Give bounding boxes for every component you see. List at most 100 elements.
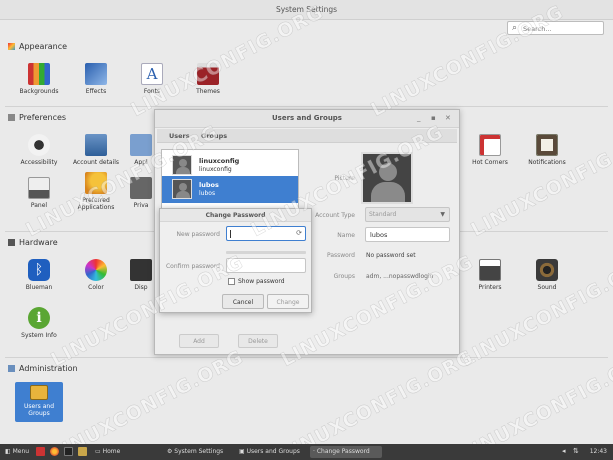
notifications-icon	[536, 134, 558, 156]
item-sound[interactable]: Sound	[523, 259, 571, 291]
folder-icon: ▭	[95, 448, 103, 455]
taskbar-item-label: Users and Groups	[246, 448, 300, 455]
hot-corners-icon	[479, 134, 501, 156]
bluetooth-icon: ᛒ	[28, 259, 50, 281]
appearance-icon	[8, 43, 15, 50]
files-icon[interactable]	[78, 447, 87, 456]
cancel-button[interactable]: Cancel	[222, 294, 264, 309]
item-panel[interactable]: Panel	[15, 177, 63, 209]
close-icon[interactable]: ✕	[445, 114, 451, 122]
item-system-info[interactable]: i System Info	[15, 307, 63, 339]
hardware-icon	[8, 239, 15, 246]
tab-groups[interactable]: Groups	[201, 132, 227, 140]
item-effects[interactable]: Effects	[72, 63, 120, 95]
new-password-field[interactable]: ⟳	[226, 226, 306, 241]
item-privacy[interactable]: Priva	[128, 177, 154, 209]
item-printers[interactable]: Printers	[466, 259, 514, 291]
volume-icon[interactable]: ◂	[562, 447, 566, 455]
picture-label: Picture	[334, 175, 355, 182]
menu-button[interactable]: ◧ Menu	[2, 446, 32, 458]
password-value[interactable]: No password set	[366, 252, 416, 259]
user-row-linuxconfig[interactable]: linuxconfig linuxconfig	[162, 152, 298, 179]
item-accessibility[interactable]: Accessibility	[15, 134, 63, 166]
dialog-titlebar[interactable]: Users and Groups _ ▪ ✕	[155, 110, 459, 128]
titlebar[interactable]: System Settings	[0, 0, 613, 20]
add-button[interactable]: Add	[179, 334, 219, 348]
show-desktop-icon[interactable]	[36, 447, 45, 456]
separator	[5, 106, 608, 107]
item-label: Notifications	[528, 159, 566, 166]
network-icon[interactable]: ⇅	[573, 447, 579, 455]
firefox-icon[interactable]	[50, 447, 59, 456]
taskbar-item-home[interactable]: ▭ Home	[92, 446, 156, 458]
user-name: lubos	[199, 181, 219, 189]
item-account-details[interactable]: Account details	[72, 134, 120, 166]
item-label: Accessibility	[20, 159, 58, 166]
preferred-applications-icon	[85, 172, 107, 194]
item-color[interactable]: Color	[72, 259, 120, 291]
item-label: Effects	[85, 88, 107, 95]
generate-password-icon[interactable]: ⟳	[296, 229, 302, 237]
name-field[interactable]: lubos	[365, 227, 450, 242]
users-groups-icon	[30, 385, 48, 400]
item-fonts[interactable]: A Fonts	[128, 63, 176, 95]
item-preferred-applications[interactable]: Preferred Applications	[72, 172, 120, 211]
item-label: Themes	[196, 88, 220, 95]
avatar	[172, 155, 192, 175]
section-preferences-label: Preferences	[19, 113, 67, 122]
taskbar-item-change-password[interactable]: · Change Password	[310, 446, 382, 458]
user-picture[interactable]	[361, 152, 413, 204]
item-hot-corners[interactable]: Hot Corners	[466, 134, 514, 166]
terminal-icon[interactable]	[64, 447, 73, 456]
printer-icon	[479, 259, 501, 281]
item-display[interactable]: Disp	[128, 259, 154, 291]
account-type-select[interactable]: Standard ▼	[365, 207, 450, 222]
minimize-icon[interactable]: _	[417, 114, 421, 122]
user-row-lubos[interactable]: lubos lubos	[162, 176, 298, 203]
accessibility-icon	[28, 134, 50, 156]
tab-bar: Users Groups	[157, 129, 457, 143]
administration-icon	[8, 365, 15, 372]
maximize-icon[interactable]: ▪	[431, 114, 436, 122]
item-notifications[interactable]: Notifications	[523, 134, 571, 166]
dialog-titlebar[interactable]: Change Password	[160, 209, 311, 222]
item-label: Blueman	[25, 284, 53, 291]
taskbar-item-label: Change Password	[316, 448, 370, 455]
applets-icon	[130, 134, 152, 156]
item-label: Printers	[478, 284, 502, 291]
taskbar-item-users-and-groups[interactable]: ▣ Users and Groups	[236, 446, 308, 458]
section-hardware-label: Hardware	[19, 238, 58, 247]
user-list: linuxconfig linuxconfig lubos lubos	[161, 149, 299, 209]
section-hardware-title: Hardware	[8, 238, 58, 247]
item-label: Hot Corners	[472, 159, 508, 166]
groups-value[interactable]: adm, ...nopasswdlogin	[366, 273, 433, 280]
item-blueman[interactable]: ᛒ Blueman	[15, 259, 63, 291]
themes-icon	[197, 63, 219, 85]
sound-icon	[536, 259, 558, 281]
window-title: System Settings	[275, 5, 338, 14]
item-label: Appl	[134, 159, 148, 166]
delete-button[interactable]: Delete	[238, 334, 278, 348]
item-backgrounds[interactable]: Backgrounds	[15, 63, 63, 95]
account-details-icon	[85, 134, 107, 156]
change-button[interactable]: Change	[267, 294, 309, 309]
confirm-password-label: Confirm password	[165, 263, 220, 270]
confirm-password-field[interactable]	[226, 258, 306, 273]
change-password-dialog: Change Password New password ⟳ Confirm p…	[159, 208, 312, 313]
item-label: Account details	[72, 159, 120, 166]
item-users-and-groups[interactable]: Users and Groups	[15, 382, 63, 422]
tab-users[interactable]: Users	[169, 132, 190, 140]
chevron-down-icon: ▼	[440, 211, 445, 218]
show-password-label[interactable]: Show password	[238, 278, 285, 285]
show-password-checkbox[interactable]	[228, 278, 235, 285]
item-applets[interactable]: Appl	[128, 134, 154, 166]
item-label: System Info	[21, 332, 57, 339]
search-input[interactable]	[523, 23, 601, 34]
info-icon: i	[28, 307, 50, 329]
search-box[interactable]: ⌕	[507, 21, 604, 35]
section-preferences-title: Preferences	[8, 113, 66, 122]
dialog-title: Change Password	[205, 212, 266, 219]
taskbar-item-system-settings[interactable]: ⚙ System Settings	[164, 446, 234, 458]
item-themes[interactable]: Themes	[184, 63, 232, 95]
clock[interactable]: 12:43	[590, 448, 607, 455]
